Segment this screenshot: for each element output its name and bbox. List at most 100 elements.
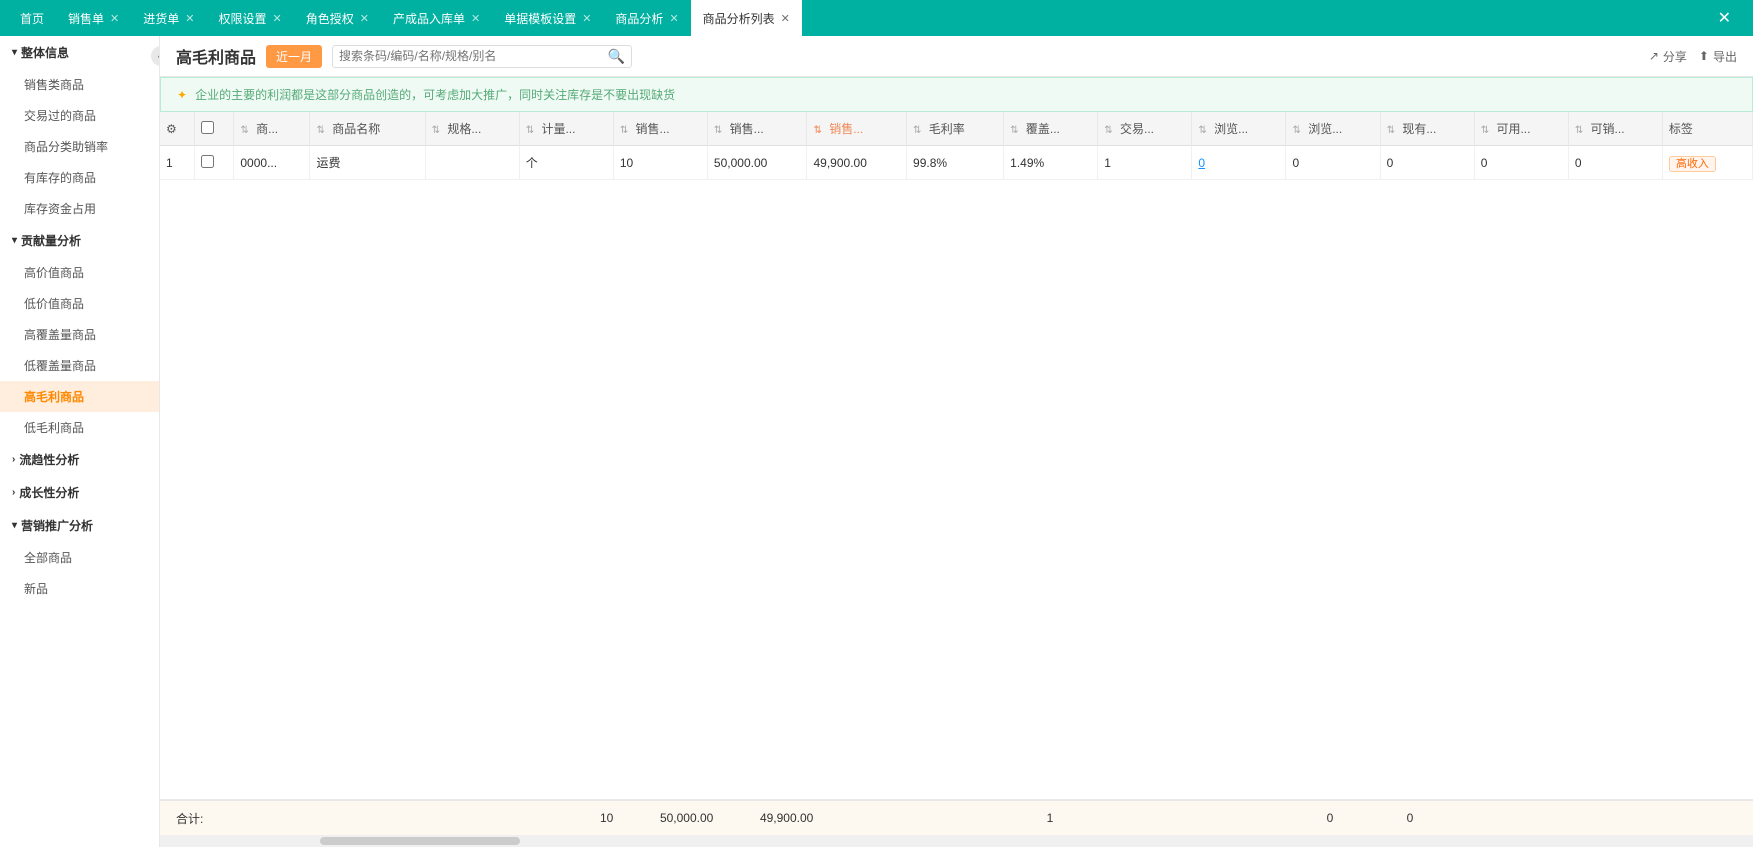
info-icon: ✦ [177, 88, 187, 102]
sidebar-group-trend[interactable]: › 流趋性分析 [0, 443, 159, 476]
nav-template-close[interactable]: ✕ [582, 12, 591, 25]
info-bar: ✦ 企业的主要的利润都是这部分商品创造的，可考虑加大推广，同时关注库存是不要出现… [160, 77, 1753, 112]
sidebar-item-stock-funds[interactable]: 库存资金占用 [0, 193, 159, 224]
nav-product-analysis-list-close[interactable]: ✕ [781, 12, 790, 25]
bottom-scrollbar[interactable] [160, 835, 1753, 847]
sidebar-item-low-value[interactable]: 低价值商品 [0, 288, 159, 319]
nav-sales[interactable]: 销售单 ✕ [56, 0, 131, 36]
sidebar-group-marketing-arrow: ▾ [12, 520, 17, 531]
col-sales-profit[interactable]: ⇅ 销售... [807, 112, 907, 146]
tag-high-income-badge: 高收入 [1669, 156, 1716, 172]
col-sales-amount[interactable]: ⇅ 销售... [707, 112, 807, 146]
sidebar-item-high-coverage[interactable]: 高覆盖量商品 [0, 319, 159, 350]
sidebar-group-marketing[interactable]: ▾ 营销推广分析 [0, 509, 159, 542]
table-container[interactable]: ⚙ ⇅ 商... ⇅ 商品名称 [160, 112, 1753, 799]
cell-tag: 高收入 [1662, 146, 1752, 180]
col-unit[interactable]: ⇅ 计量... [519, 112, 613, 146]
sidebar-item-high-value[interactable]: 高价值商品 [0, 257, 159, 288]
top-nav: 首页 销售单 ✕ 进货单 ✕ 权限设置 ✕ 角色授权 ✕ 产成品入库单 ✕ 单据… [0, 0, 1753, 36]
col-transactions-sort: ⇅ [1104, 125, 1112, 136]
sidebar-item-category-rate[interactable]: 商品分类助销率 [0, 131, 159, 162]
sidebar-item-sales-goods[interactable]: 销售类商品 [0, 69, 159, 100]
sidebar-group-contribution-arrow: ▾ [12, 235, 17, 246]
export-icon: ⬆ [1699, 49, 1709, 63]
select-all-checkbox[interactable] [201, 121, 214, 134]
col-sellable-stock-sort: ⇅ [1575, 125, 1583, 136]
sidebar-item-new-goods[interactable]: 新品 [0, 573, 159, 604]
cell-views1[interactable]: 0 [1192, 146, 1286, 180]
footer-sellable-stock-val: 0 [1339, 811, 1419, 825]
col-sales-amount-sort: ⇅ [714, 125, 722, 136]
col-name[interactable]: ⇅ 商品名称 [310, 112, 425, 146]
data-table: ⚙ ⇅ 商... ⇅ 商品名称 [160, 112, 1753, 180]
sidebar-group-contribution[interactable]: ▾ 贡献量分析 [0, 224, 159, 257]
nav-roles-close[interactable]: ✕ [360, 12, 369, 25]
cell-sales-profit: 49,900.00 [807, 146, 907, 180]
sidebar-item-all-goods[interactable]: 全部商品 [0, 542, 159, 573]
row-checkbox[interactable] [201, 155, 214, 168]
nav-purchase-close[interactable]: ✕ [185, 12, 194, 25]
col-sales-qty-sort: ⇅ [620, 125, 628, 136]
footer-sales-profit-val: 49,900.00 [719, 811, 819, 825]
col-current-stock[interactable]: ⇅ 现有... [1380, 112, 1474, 146]
nav-purchase[interactable]: 进货单 ✕ [131, 0, 206, 36]
sidebar-group-overall[interactable]: ▾ 整体信息 [0, 36, 159, 69]
footer-cells: 10 50,000.00 49,900.00 1 0 0 [219, 811, 1737, 825]
nav-production-close[interactable]: ✕ [471, 12, 480, 25]
cell-available-stock: 0 [1474, 146, 1568, 180]
sidebar-item-low-coverage[interactable]: 低覆盖量商品 [0, 350, 159, 381]
nav-template[interactable]: 单据模板设置 ✕ [492, 0, 603, 36]
views1-link[interactable]: 0 [1198, 156, 1205, 170]
sidebar-item-high-margin[interactable]: 高毛利商品 [0, 381, 159, 412]
col-transactions[interactable]: ⇅ 交易... [1098, 112, 1192, 146]
col-sales-profit-sort: ⇅ [813, 125, 821, 136]
settings-icon[interactable]: ⚙ [166, 122, 177, 136]
nav-production[interactable]: 产成品入库单 ✕ [381, 0, 492, 36]
nav-permissions-close[interactable]: ✕ [273, 12, 282, 25]
sidebar-item-instock-goods[interactable]: 有库存的商品 [0, 162, 159, 193]
nav-product-analysis[interactable]: 商品分析 ✕ [603, 0, 690, 36]
col-sales-qty[interactable]: ⇅ 销售... [613, 112, 707, 146]
footer-sales-qty-val: 10 [559, 811, 619, 825]
footer-totals: 合计: 10 50,000.00 49,900.00 1 0 0 [160, 799, 1753, 835]
nav-product-analysis-close[interactable]: ✕ [669, 12, 678, 25]
col-code[interactable]: ⇅ 商... [234, 112, 310, 146]
nav-roles[interactable]: 角色授权 ✕ [294, 0, 381, 36]
sidebar-item-low-margin[interactable]: 低毛利商品 [0, 412, 159, 443]
window-close-button[interactable]: ✕ [1704, 8, 1745, 28]
col-gross-rate[interactable]: ⇅ 毛利率 [907, 112, 1004, 146]
col-tag: 标签 [1662, 112, 1752, 146]
content-header: 高毛利商品 近一月 🔍 ↗ 分享 ⬆ 导出 [160, 36, 1753, 77]
sidebar-item-traded-goods[interactable]: 交易过的商品 [0, 100, 159, 131]
col-gross-rate-sort: ⇅ [913, 125, 921, 136]
col-coverage-sort: ⇅ [1010, 125, 1018, 136]
footer-transactions-val: 1 [999, 811, 1059, 825]
col-name-sort: ⇅ [316, 125, 324, 136]
sidebar-group-trend-arrow: › [12, 454, 15, 465]
col-sellable-stock[interactable]: ⇅ 可销... [1568, 112, 1662, 146]
sidebar-group-growth[interactable]: › 成长性分析 [0, 476, 159, 509]
col-coverage[interactable]: ⇅ 覆盖... [1004, 112, 1098, 146]
col-current-stock-sort: ⇅ [1387, 125, 1395, 136]
export-button[interactable]: ⬆ 导出 [1699, 48, 1737, 65]
col-available-stock[interactable]: ⇅ 可用... [1474, 112, 1568, 146]
cell-name: 运费 [310, 146, 425, 180]
col-available-stock-sort: ⇅ [1481, 125, 1489, 136]
nav-product-analysis-list[interactable]: 商品分析列表 ✕ [691, 0, 802, 36]
col-views1[interactable]: ⇅ 浏览... [1192, 112, 1286, 146]
cell-sellable-stock: 0 [1568, 146, 1662, 180]
scrollbar-thumb[interactable] [320, 837, 520, 845]
page-title: 高毛利商品 [176, 44, 256, 68]
filter-recent-month-button[interactable]: 近一月 [266, 45, 322, 68]
col-views2-sort: ⇅ [1292, 125, 1300, 136]
col-views2[interactable]: ⇅ 浏览... [1286, 112, 1380, 146]
col-spec[interactable]: ⇅ 规格... [425, 112, 519, 146]
nav-home[interactable]: 首页 [8, 0, 56, 36]
cell-sales-qty: 10 [613, 146, 707, 180]
search-icon[interactable]: 🔍 [608, 48, 625, 65]
cell-coverage: 1.49% [1004, 146, 1098, 180]
search-input[interactable] [339, 49, 608, 63]
share-button[interactable]: ↗ 分享 [1649, 48, 1687, 65]
nav-sales-close[interactable]: ✕ [110, 12, 119, 25]
nav-permissions[interactable]: 权限设置 ✕ [206, 0, 293, 36]
